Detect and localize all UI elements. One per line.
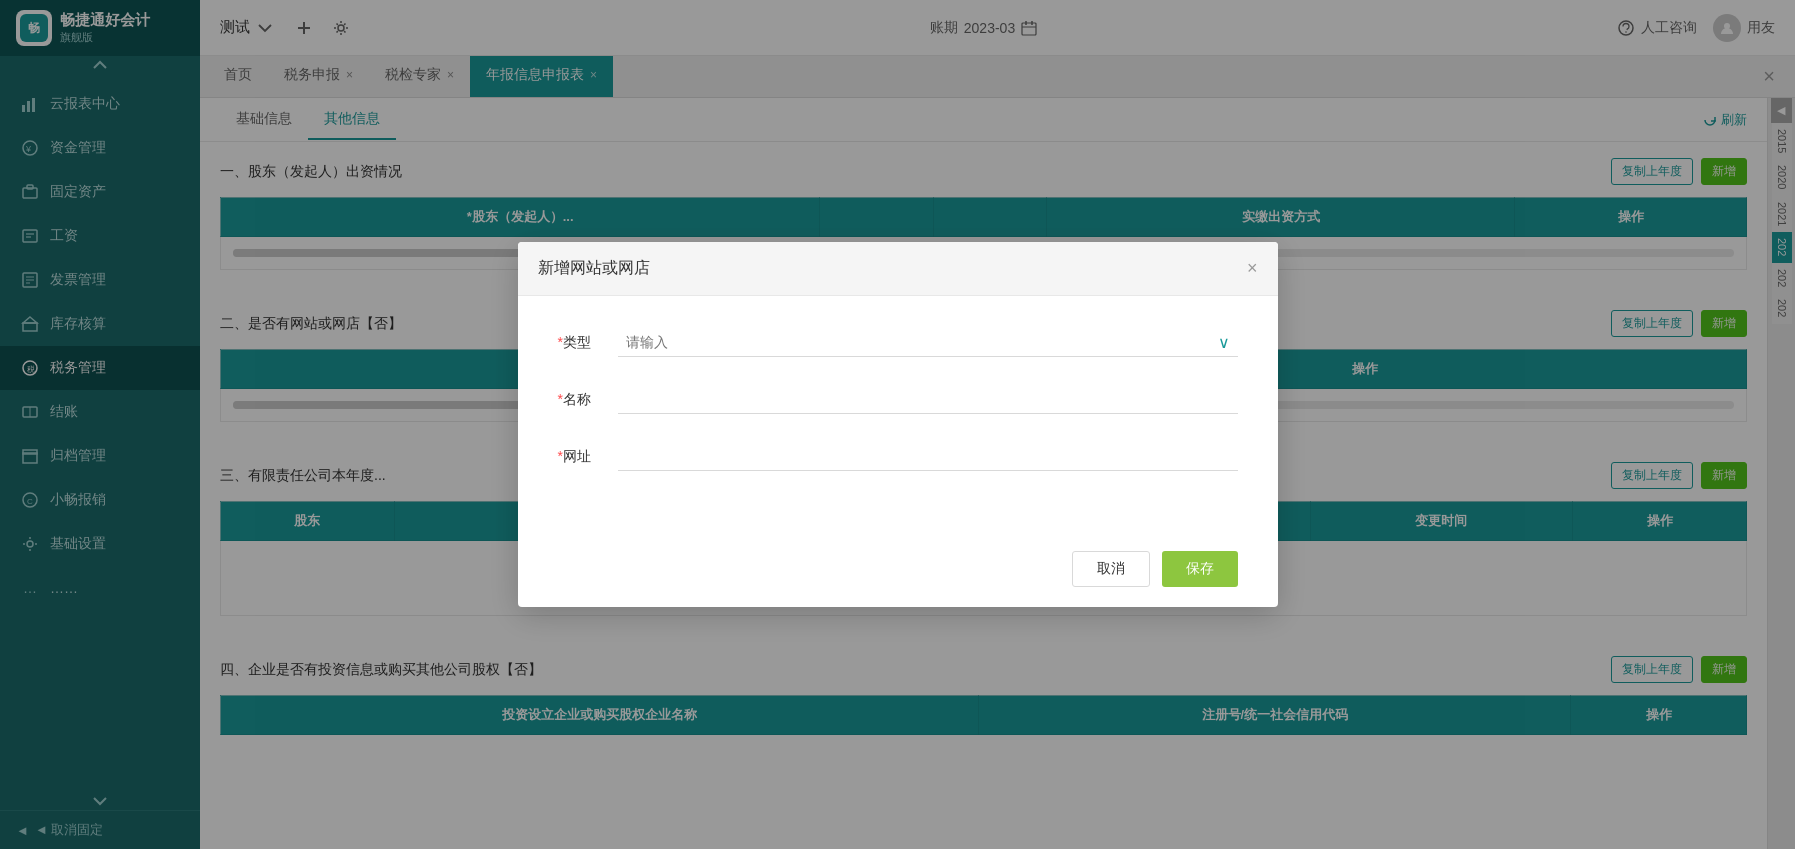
url-input[interactable] (618, 442, 1238, 471)
form-select-wrapper-type: ∨ (618, 328, 1238, 357)
type-input[interactable] (618, 328, 1218, 356)
modal-body: *类型 ∨ *名称 *网址 (518, 296, 1278, 531)
form-label-url: *网址 (558, 448, 618, 466)
modal-close-btn[interactable]: × (1247, 258, 1258, 279)
cancel-button[interactable]: 取消 (1072, 551, 1150, 587)
dropdown-arrow-icon[interactable]: ∨ (1218, 333, 1238, 352)
modal-footer: 取消 保存 (518, 531, 1278, 607)
form-row-url: *网址 (558, 442, 1238, 471)
form-label-name: *名称 (558, 391, 618, 409)
modal-overlay[interactable]: 新增网站或网店 × *类型 ∨ *名称 (0, 0, 1795, 849)
save-button[interactable]: 保存 (1162, 551, 1238, 587)
form-row-name: *名称 (558, 385, 1238, 414)
required-asterisk: * (558, 334, 563, 350)
form-label-type: *类型 (558, 334, 618, 352)
name-input[interactable] (618, 385, 1238, 414)
modal-add-website: 新增网站或网店 × *类型 ∨ *名称 (518, 242, 1278, 607)
required-asterisk2: * (558, 391, 563, 407)
required-asterisk3: * (558, 448, 563, 464)
modal-title: 新增网站或网店 (538, 258, 650, 279)
modal-header: 新增网站或网店 × (518, 242, 1278, 296)
form-row-type: *类型 ∨ (558, 328, 1238, 357)
